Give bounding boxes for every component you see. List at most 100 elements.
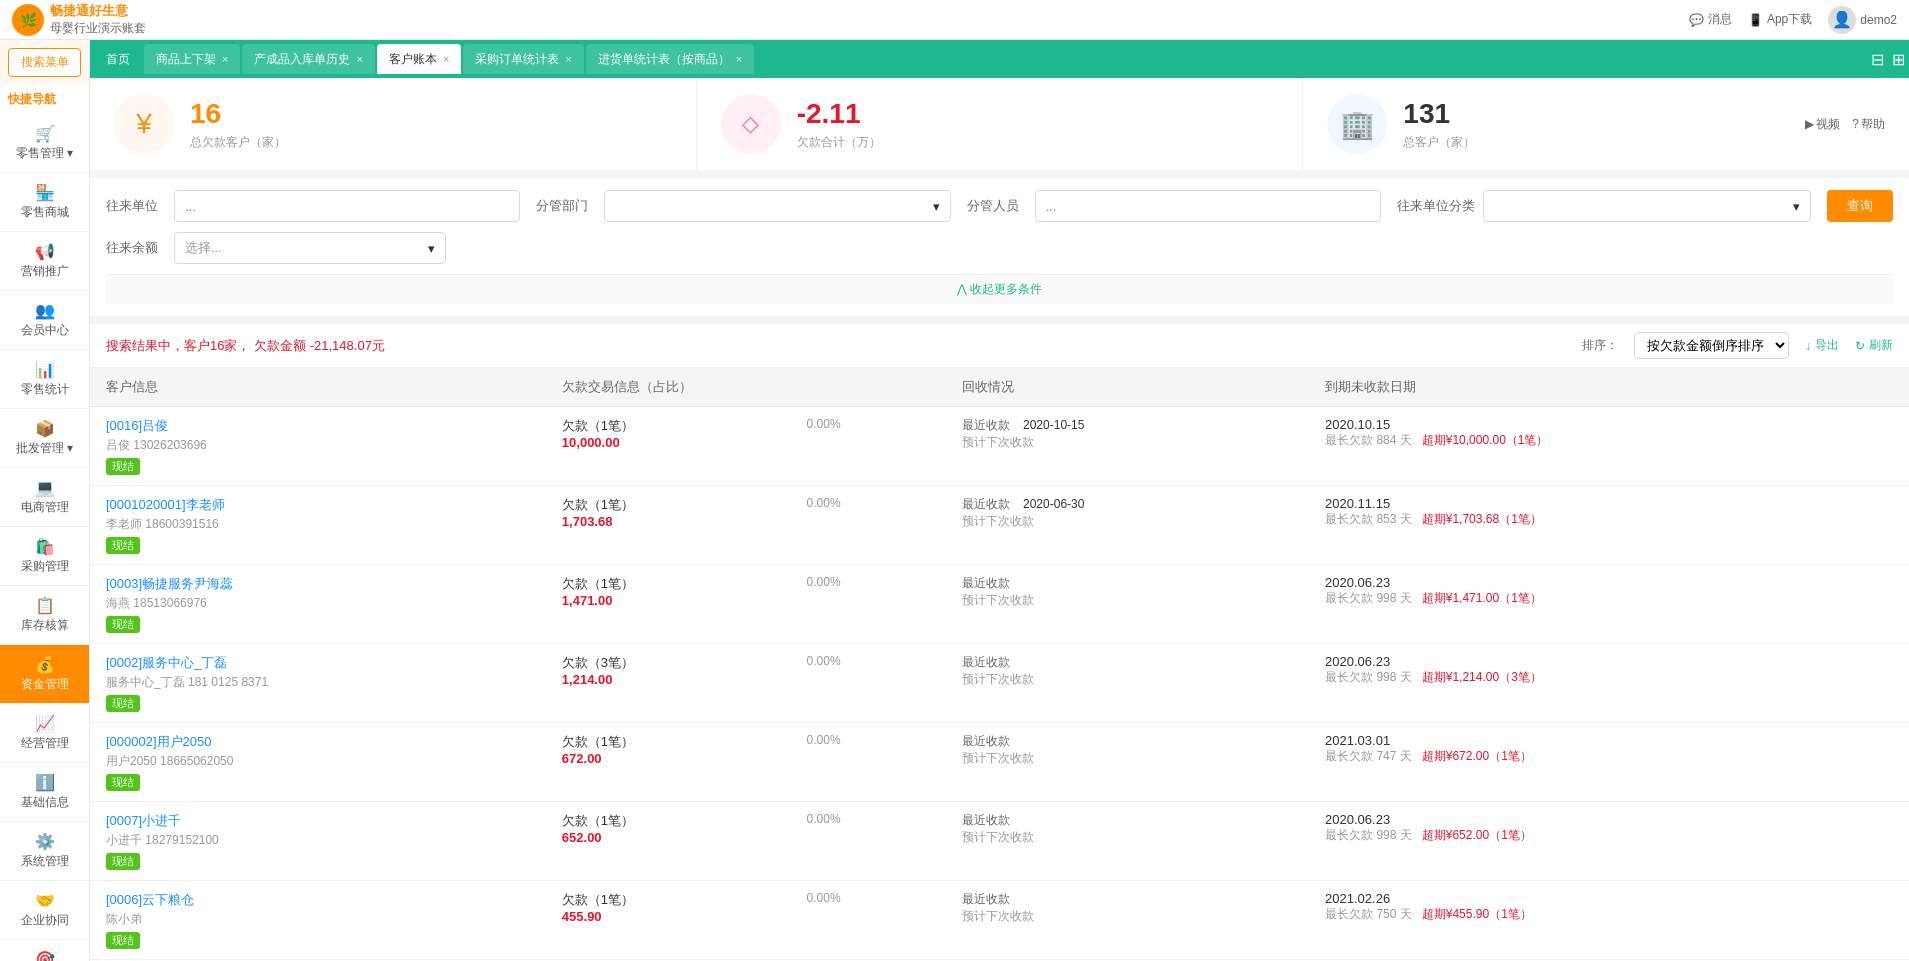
debt-amount: 455.90 [562,909,775,924]
close-tab-icon[interactable]: × [565,53,571,65]
cell-overdue: 2020.10.15 最长欠款 884 天 超期¥10,000.00（1笔） [1309,407,1909,486]
overdue-days: 最长欠款 998 天 超期¥1,214.00（3笔） [1325,669,1893,686]
tab-product-history[interactable]: 产成品入库单历史 × [242,44,374,74]
overdue-link[interactable]: 超期¥652.00（1笔） [1422,828,1532,842]
refresh-btn[interactable]: ↻ 刷新 [1855,337,1893,354]
balance-select[interactable]: 选择... ▾ [174,232,446,264]
person-input[interactable]: ... [1035,190,1381,222]
maximize-icon[interactable]: ⊞ [1892,50,1905,69]
recent-collect-label: 最近收款 2020-06-30 [962,496,1293,513]
debt-customers-value: 16 [190,98,286,130]
refresh-icon: ↻ [1855,339,1865,353]
sidebar-item-purchase[interactable]: 🛍️ 采购管理 [0,527,89,586]
tab-bar-actions: ⊟ ⊞ [1871,50,1905,69]
collapse-btn[interactable]: ⋀ 收起更多条件 [106,274,1893,304]
message-btn[interactable]: 💬 消息 [1689,11,1732,28]
chevron-down-icon: ▾ [1793,199,1800,214]
customer-tag: 现结 [106,774,140,791]
table-row: [0002]服务中心_丁磊 服务中心_丁磊 181 0125 8371 现结 欠… [90,644,1909,723]
stat-card-debt-customers: ¥ 16 总欠款客户（家） [90,78,697,170]
customer-name-link[interactable]: [0007]小进千 [106,813,181,828]
tab-home[interactable]: 首页 [94,44,142,74]
recent-collect-label: 最近收款 [962,733,1293,750]
sidebar-item-sys[interactable]: ⚙️ 系统管理 [0,822,89,881]
debt-percent: 0.00% [807,496,930,510]
stat-card-debt-amount: ◇ -2.11 欠款合计（万） [697,78,1304,170]
minimize-icon[interactable]: ⊟ [1871,50,1884,69]
close-tab-icon[interactable]: × [356,53,362,65]
debt-customers-icon: ¥ [114,94,174,154]
sidebar-item-retail-mgmt[interactable]: 🛒 零售管理 ▾ [0,114,89,173]
sidebar-item-retail-stats[interactable]: 📊 零售统计 [0,350,89,409]
sidebar-item-fund[interactable]: 💰 资金管理 [0,645,89,704]
filter-source-unit: 往来单位 ... [106,190,520,222]
sidebar-item-batch-mgmt[interactable]: 📦 批发管理 ▾ [0,409,89,468]
overdue-link[interactable]: 超期¥672.00（1笔） [1422,749,1532,763]
sidebar-item-retail-mall[interactable]: 🏪 零售商城 [0,173,89,232]
sidebar-item-enterprise[interactable]: 🤝 企业协同 [0,881,89,940]
debt-percent: 0.00% [807,417,930,431]
unit-category-select[interactable]: ▾ [1483,190,1811,222]
app-download-btn[interactable]: 📱 App下载 [1748,11,1812,28]
search-menu-btn[interactable]: 搜索菜单 [8,48,81,77]
close-tab-icon[interactable]: × [222,53,228,65]
user-avatar-btn[interactable]: 👤 demo2 [1828,6,1897,34]
customer-phone: 李老师 18600391516 [106,516,530,533]
sidebar-item-stock[interactable]: 📋 库存核算 [0,586,89,645]
dept-select[interactable]: ▾ [604,190,950,222]
logo-icon: 🌿 [12,4,44,36]
tab-customer-account[interactable]: 客户账本 × [377,44,461,74]
tab-purchase-order[interactable]: 采购订单统计表 × [463,44,583,74]
quick-nav-label[interactable]: 快捷导航 [0,85,89,114]
filter-dept: 分管部门 ▾ [536,190,950,222]
customer-name-link[interactable]: [0003]畅捷服务尹海蕊 [106,576,233,591]
overdue-days: 最长欠款 750 天 超期¥455.90（1笔） [1325,906,1893,923]
customer-name-link[interactable]: [0006]云下粮仓 [106,892,194,907]
customer-name-link[interactable]: [000002]用户2050 [106,734,212,749]
sidebar-item-member[interactable]: 👥 会员中心 [0,291,89,350]
sidebar-item-ecommerce[interactable]: 💻 电商管理 [0,468,89,527]
close-tab-icon[interactable]: × [443,53,449,65]
cell-debt-count: 欠款（1笔） 1,471.00 [546,565,791,644]
help-btn[interactable]: ? 帮助 [1852,116,1885,133]
tab-product-shelf[interactable]: 商品上下架 × [144,44,240,74]
overdue-link[interactable]: 超期¥455.90（1笔） [1422,907,1532,921]
cell-debt-count: 欠款（1笔） 10,000.00 [546,407,791,486]
customer-name-link[interactable]: [0001020001]李老师 [106,497,225,512]
debt-percent: 0.00% [807,891,930,905]
sidebar-label: 采购管理 [21,559,69,573]
overdue-link[interactable]: 超期¥1,214.00（3笔） [1422,670,1542,684]
sidebar-item-basic[interactable]: ℹ️ 基础信息 [0,763,89,822]
sidebar-item-marketing[interactable]: 📢 营销推广 [0,232,89,291]
query-button[interactable]: 查询 [1827,190,1893,222]
chevron-down-icon: ▾ [933,199,940,214]
th-recovery: 回收情况 [946,368,1309,407]
export-btn[interactable]: ↓ 导出 [1805,337,1839,354]
tab-import-stats[interactable]: 进货单统计表（按商品） × [586,44,754,74]
debt-amount-value: -2.11 [797,98,881,130]
view-btn[interactable]: ▶ 视频 [1805,116,1840,133]
customer-name-link[interactable]: [0016]吕俊 [106,418,168,433]
sort-select[interactable]: 按欠款金额倒序排序 [1634,332,1789,359]
overdue-link[interactable]: 超期¥1,703.68（1笔） [1422,512,1542,526]
next-collect-label: 预计下次收款 [962,513,1293,530]
total-customers-icon: 🏢 [1327,94,1387,154]
cell-overdue: 2021.03.01 最长欠款 747 天 超期¥672.00（1笔） [1309,723,1909,802]
overdue-link[interactable]: 超期¥10,000.00（1笔） [1422,433,1549,447]
cell-recovery: 最近收款 2020-06-30 预计下次收款 [946,486,1309,565]
close-tab-icon[interactable]: × [736,53,742,65]
customer-tag: 现结 [106,537,140,554]
sidebar-item-operation[interactable]: 📈 经营管理 [0,704,89,763]
tab-label: 进货单统计表（按商品） [598,51,730,68]
filter-unit-category: 往来单位分类 ▾ [1397,190,1811,222]
sys-icon: ⚙️ [8,832,81,851]
sidebar-item-newbie[interactable]: 🎯 新手引导 [0,940,89,961]
filter-person: 分管人员 ... [967,190,1381,222]
customer-name-link[interactable]: [0002]服务中心_丁磊 [106,655,227,670]
source-unit-input[interactable]: ... [174,190,520,222]
operation-icon: 📈 [8,714,81,733]
overdue-link[interactable]: 超期¥1,471.00（1笔） [1422,591,1542,605]
debt-count: 欠款（1笔） [562,417,775,435]
cell-overdue: 2020.06.23 最长欠款 998 天 超期¥652.00（1笔） [1309,802,1909,881]
debt-amount: 652.00 [562,830,775,845]
